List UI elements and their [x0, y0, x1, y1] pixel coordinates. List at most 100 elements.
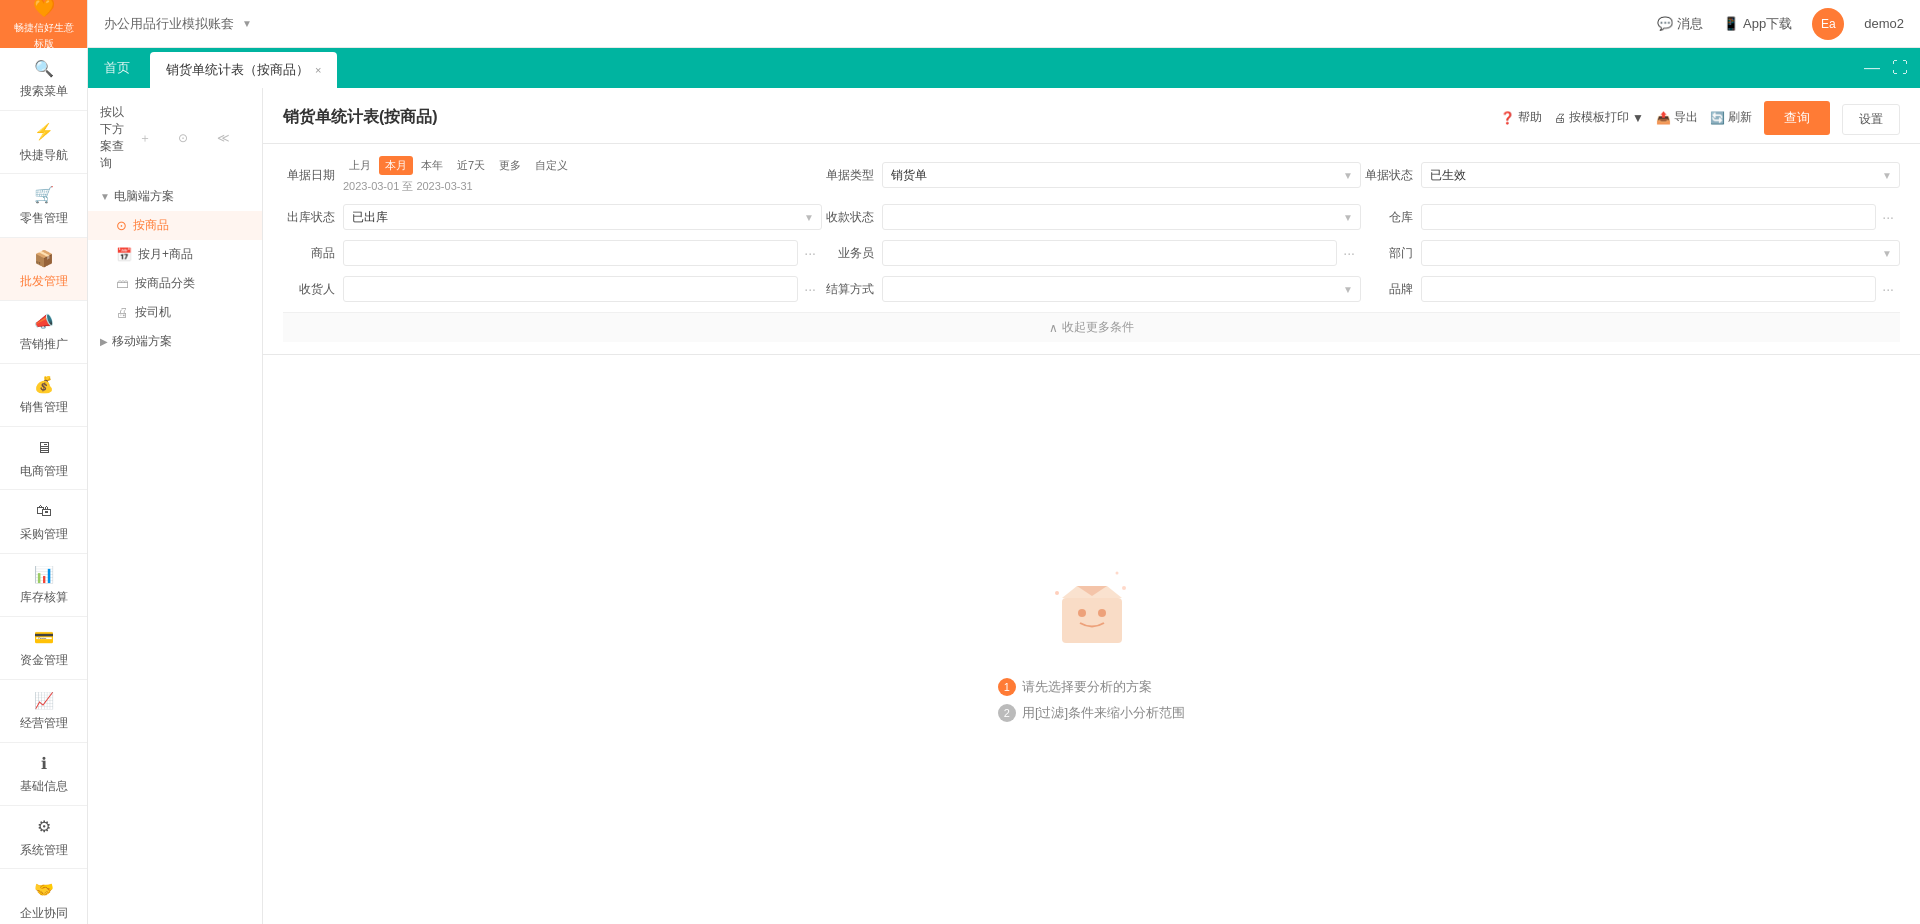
- outstatus-select-wrap: 已出库 ▼: [343, 204, 822, 230]
- export-btn[interactable]: 📤 导出: [1656, 109, 1698, 126]
- sidebar-item-finance[interactable]: 💳 资金管理: [0, 617, 87, 680]
- refresh-label: 刷新: [1728, 109, 1752, 126]
- tree-item-by-product[interactable]: ⊙ 按商品: [88, 211, 262, 240]
- filter-docstatus-field: 单据状态 已生效 ▼: [1361, 162, 1900, 188]
- tree-item-by-category[interactable]: 🗃 按商品分类: [88, 269, 262, 298]
- sidebar-item-inventory[interactable]: 📊 库存核算: [0, 554, 87, 617]
- sidebar-item-ecom-label: 电商管理: [20, 463, 68, 480]
- tree-group-mobile-header[interactable]: ▶ 移动端方案: [88, 327, 262, 356]
- title-actions: ❓ 帮助 🖨 按模板打印 ▼ 📤 导出 🔄 刷新: [1500, 100, 1900, 135]
- sidebar-item-retail[interactable]: 🛒 零售管理: [0, 174, 87, 237]
- sidebar-item-marketing[interactable]: 📣 营销推广: [0, 301, 87, 364]
- docstatus-label: 单据状态: [1361, 167, 1421, 184]
- filter-salesperson-field: 业务员 ···: [822, 240, 1361, 266]
- sidebar-item-ecom[interactable]: 🖥 电商管理: [0, 427, 87, 490]
- warehouse-label: 仓库: [1361, 209, 1421, 226]
- tree-item-by-month-product[interactable]: 📅 按月+商品: [88, 240, 262, 269]
- payment-select-wrap: ▼: [882, 276, 1361, 302]
- tab-close-icon[interactable]: ×: [315, 64, 321, 76]
- help-label: 帮助: [1518, 109, 1542, 126]
- sidebar-item-operation[interactable]: 📈 经营管理: [0, 680, 87, 743]
- tip-text-2: 用[过滤]条件来缩小分析范围: [1022, 704, 1185, 722]
- department-select[interactable]: [1421, 240, 1900, 266]
- export-icon: 📤: [1656, 111, 1671, 125]
- empty-tip-2: 2 用[过滤]条件来缩小分析范围: [998, 704, 1185, 722]
- filter-department-field: 部门 ▼: [1361, 240, 1900, 266]
- filter-settings-icon[interactable]: ⊙: [178, 131, 211, 145]
- date-tab-7days[interactable]: 近7天: [451, 156, 491, 175]
- sidebar-item-wholesale[interactable]: 📦 批发管理: [0, 238, 87, 301]
- basic-icon: ℹ: [41, 753, 47, 775]
- sales-icon: 💰: [34, 374, 54, 396]
- docstatus-select[interactable]: 已生效: [1421, 162, 1900, 188]
- quick-icon: ⚡: [34, 121, 54, 143]
- filter-brand-field: 品牌 ···: [1361, 276, 1900, 302]
- date-tab-thisyear[interactable]: 本年: [415, 156, 449, 175]
- empty-tips: 1 请先选择要分析的方案 2 用[过滤]条件来缩小分析范围: [998, 678, 1185, 722]
- print-btn[interactable]: 🖨 按模板打印 ▼: [1554, 109, 1644, 126]
- date-tab-lastmonth[interactable]: 上月: [343, 156, 377, 175]
- salesperson-input[interactable]: [882, 240, 1337, 266]
- filter-panel-header: 按以下方案查询 ＋ ⊙ ≪: [88, 98, 262, 178]
- sidebar-item-sales-label: 销售管理: [20, 399, 68, 416]
- receiptstatus-select-wrap: ▼: [882, 204, 1361, 230]
- filter-area: 单据日期 上月 本月 本年 近7天 更多 自定义 2023-03-01 至 20…: [263, 144, 1920, 355]
- query-button[interactable]: 查询: [1764, 101, 1830, 135]
- filter-warehouse-field: 仓库 ···: [1361, 204, 1900, 230]
- category-icon: 🗃: [116, 276, 129, 291]
- receiver-input[interactable]: [343, 276, 798, 302]
- filter-add-icon[interactable]: ＋: [139, 130, 172, 147]
- pc-group-label: 电脑端方案: [114, 188, 174, 205]
- product-dots-btn[interactable]: ···: [798, 245, 822, 261]
- sidebar-item-basic[interactable]: ℹ 基础信息: [0, 743, 87, 806]
- tab-active[interactable]: 销货单统计表（按商品） ×: [150, 52, 337, 88]
- outstatus-select[interactable]: 已出库: [343, 204, 822, 230]
- sidebar-item-search[interactable]: 🔍 搜索菜单: [0, 48, 87, 111]
- brand-dots-btn[interactable]: ···: [1876, 281, 1900, 297]
- app-download-btn[interactable]: 📱 App下载: [1723, 15, 1792, 33]
- app-logo[interactable]: 🧡 畅捷信好生意 标版: [0, 0, 87, 48]
- settings-button[interactable]: 设置: [1842, 104, 1900, 135]
- receiver-dots-btn[interactable]: ···: [798, 281, 822, 297]
- sidebar-item-sales[interactable]: 💰 销售管理: [0, 364, 87, 427]
- collapse-row[interactable]: ∧ 收起更多条件: [283, 312, 1900, 342]
- tab-home[interactable]: 首页: [88, 48, 146, 88]
- logo-icon: 🧡: [33, 0, 55, 19]
- tab-maximize-btn[interactable]: ⛶: [1888, 55, 1912, 81]
- tab-minimize-btn[interactable]: —: [1860, 55, 1884, 81]
- svg-point-1: [1078, 609, 1086, 617]
- tree-group-pc-header[interactable]: ▼ 电脑端方案: [88, 182, 262, 211]
- filter-panel-title: 按以下方案查询: [100, 104, 133, 172]
- refresh-btn[interactable]: 🔄 刷新: [1710, 109, 1752, 126]
- warehouse-dots-btn[interactable]: ···: [1876, 209, 1900, 225]
- message-icon: 💬: [1657, 16, 1673, 31]
- help-btn[interactable]: ❓ 帮助: [1500, 109, 1542, 126]
- tree-group-mobile: ▶ 移动端方案: [88, 327, 262, 356]
- nav-dropdown-arrow[interactable]: ▼: [242, 18, 252, 29]
- warehouse-input[interactable]: [1421, 204, 1876, 230]
- brand-input[interactable]: [1421, 276, 1876, 302]
- tab-bar: 首页 销货单统计表（按商品） × — ⛶: [88, 48, 1920, 88]
- salesperson-dots-btn[interactable]: ···: [1337, 245, 1361, 261]
- user-avatar[interactable]: Ea: [1812, 8, 1844, 40]
- date-range: 2023-03-01 至 2023-03-31: [343, 179, 822, 194]
- sidebar-item-enterprise[interactable]: 🤝 企业协同: [0, 869, 87, 924]
- sidebar-item-system[interactable]: ⚙ 系统管理: [0, 806, 87, 869]
- sidebar-item-purchase[interactable]: 🛍 采购管理: [0, 490, 87, 553]
- wholesale-icon: 📦: [34, 248, 54, 270]
- payment-select[interactable]: [882, 276, 1361, 302]
- sidebar-item-retail-label: 零售管理: [20, 210, 68, 227]
- receiptstatus-select[interactable]: [882, 204, 1361, 230]
- download-icon: 📱: [1723, 16, 1739, 31]
- top-header: 办公用品行业模拟账套 ▼ 💬 消息 📱 App下载 Ea demo2: [88, 0, 1920, 48]
- filter-collapse-icon[interactable]: ≪: [217, 131, 250, 145]
- tree-item-by-printer[interactable]: 🖨 按司机: [88, 298, 262, 327]
- date-tab-more[interactable]: 更多: [493, 156, 527, 175]
- sidebar-item-quick[interactable]: ⚡ 快捷导航: [0, 111, 87, 174]
- message-btn[interactable]: 💬 消息: [1657, 15, 1703, 33]
- date-tab-thismonth[interactable]: 本月: [379, 156, 413, 175]
- product-input[interactable]: [343, 240, 798, 266]
- print-arrow[interactable]: ▼: [1632, 111, 1644, 125]
- date-tab-custom[interactable]: 自定义: [529, 156, 574, 175]
- doctype-select[interactable]: 销货单: [882, 162, 1361, 188]
